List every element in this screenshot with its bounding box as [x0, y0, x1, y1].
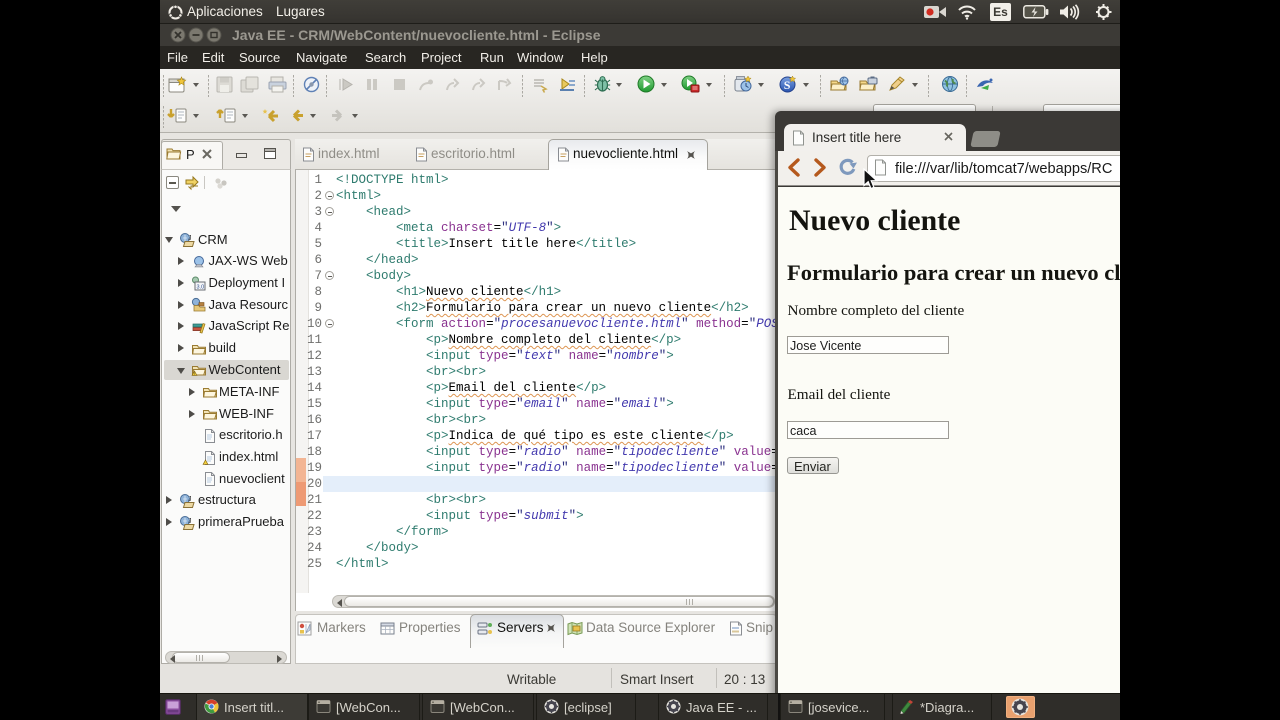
svg-text:S: S — [784, 78, 791, 92]
svg-text:J: J — [188, 518, 192, 525]
svg-text:!: ! — [193, 371, 194, 376]
svg-text:J: J — [188, 235, 192, 242]
svg-text:J: J — [188, 496, 192, 503]
svg-text:3.0: 3.0 — [196, 285, 204, 291]
